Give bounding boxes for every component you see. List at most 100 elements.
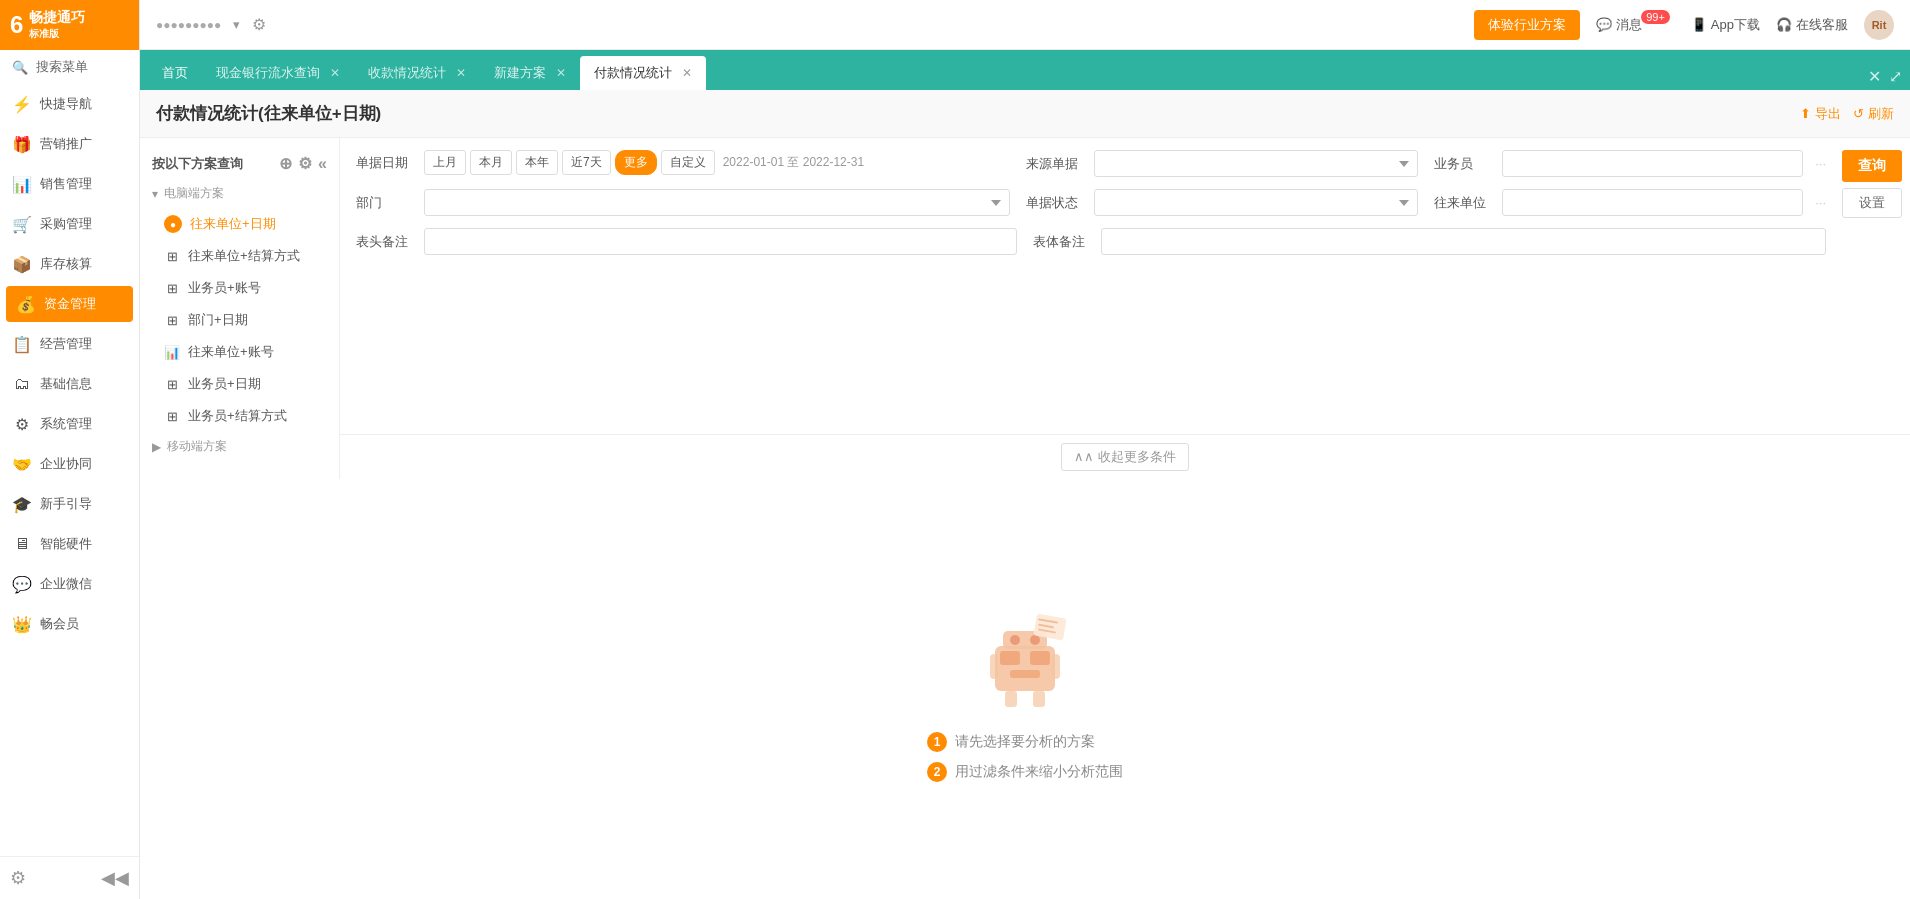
scheme-item-partner-settlement[interactable]: ⊞ 往来单位+结算方式 <box>140 240 339 272</box>
salesman-dots[interactable]: ··· <box>1815 156 1826 171</box>
query-btn[interactable]: 查询 <box>1842 150 1902 182</box>
online-service-btn[interactable]: 🎧 在线客服 <box>1776 16 1848 34</box>
filter-settings-btn[interactable]: 设置 <box>1842 188 1902 218</box>
sidebar-item-label: 智能硬件 <box>40 535 92 553</box>
table-icon: ⊞ <box>164 248 180 264</box>
scheme-item-label: 业务员+账号 <box>188 279 261 297</box>
date-btn-this-year[interactable]: 本年 <box>516 150 558 175</box>
svg-point-9 <box>1010 635 1020 645</box>
tab-new-scheme-label: 新建方案 <box>494 64 546 82</box>
page-actions: ⬆ 导出 ↺ 刷新 <box>1800 105 1894 123</box>
tab-expand-icon[interactable]: ⤢ <box>1889 67 1902 86</box>
scheme-collapse-icon[interactable]: « <box>318 155 327 173</box>
sidebar-collapse-icon[interactable]: ◀◀ <box>101 867 129 889</box>
sidebar-item-basic-info[interactable]: 🗂 基础信息 <box>0 364 139 404</box>
service-icon: 🎧 <box>1776 17 1792 32</box>
collapse-conditions-btn[interactable]: ∧∧ 收起更多条件 <box>1061 443 1189 471</box>
export-btn[interactable]: ⬆ 导出 <box>1800 105 1841 123</box>
messages-btn[interactable]: 💬 消息 99+ <box>1596 16 1675 34</box>
svg-rect-7 <box>1033 691 1045 707</box>
sidebar-item-system[interactable]: ⚙ 系统管理 <box>0 404 139 444</box>
date-btn-more[interactable]: 更多 <box>615 150 657 175</box>
scheme-item-label: 业务员+日期 <box>188 375 261 393</box>
quick-nav-icon: ⚡ <box>12 94 32 114</box>
partner-label: 往来单位 <box>1434 194 1494 212</box>
tab-payment-stat[interactable]: 付款情况统计 ✕ <box>580 56 706 90</box>
tab-new-scheme-close[interactable]: ✕ <box>556 66 566 80</box>
msg-num-2: 2 <box>927 762 947 782</box>
scheme-item-salesman-date[interactable]: ⊞ 业务员+日期 <box>140 368 339 400</box>
sidebar-item-guide[interactable]: 🎓 新手引导 <box>0 484 139 524</box>
scheme-sidebar-header: 按以下方案查询 ⊕ ⚙ « <box>140 148 339 179</box>
settings-icon[interactable]: ⚙ <box>252 15 266 34</box>
date-btn-7days[interactable]: 近7天 <box>562 150 611 175</box>
dept-select[interactable] <box>424 189 1010 216</box>
sidebar-settings-icon[interactable]: ⚙ <box>10 867 26 889</box>
tab-receipt-stat-close[interactable]: ✕ <box>456 66 466 80</box>
tab-close-all-icon[interactable]: ✕ <box>1868 67 1881 86</box>
header-right: 💬 消息 99+ 📱 App下载 🎧 在线客服 Rit <box>1596 10 1894 40</box>
sidebar-item-purchase[interactable]: 🛒 采购管理 <box>0 204 139 244</box>
app-download-btn[interactable]: 📱 App下载 <box>1691 16 1760 34</box>
scheme-item-salesman-settlement[interactable]: ⊞ 业务员+结算方式 <box>140 400 339 432</box>
avatar[interactable]: Rit <box>1864 10 1894 40</box>
collapse-bar: ∧∧ 收起更多条件 <box>340 434 1910 479</box>
scheme-item-partner-account[interactable]: 📊 往来单位+账号 <box>140 336 339 368</box>
empty-msg-2: 2 用过滤条件来缩小分析范围 <box>927 762 1123 782</box>
sidebar-item-hardware[interactable]: 🖥 智能硬件 <box>0 524 139 564</box>
sidebar-item-marketing[interactable]: 🎁 营销推广 <box>0 124 139 164</box>
company-name: ●●●●●●●●● <box>156 18 221 32</box>
refresh-btn[interactable]: ↺ 刷新 <box>1853 105 1894 123</box>
sidebar-item-funds[interactable]: 💰 资金管理 <box>6 286 133 322</box>
scheme-item-salesman-account[interactable]: ⊞ 业务员+账号 <box>140 272 339 304</box>
sidebar-item-quick-nav[interactable]: ⚡ 快捷导航 <box>0 84 139 124</box>
salesman-input[interactable] <box>1502 150 1803 177</box>
doc-status-field: 单据状态 <box>1026 189 1418 216</box>
tab-new-scheme[interactable]: 新建方案 ✕ <box>480 56 580 90</box>
sidebar-item-inventory[interactable]: 📦 库存核算 <box>0 244 139 284</box>
tab-bank-flow[interactable]: 现金银行流水查询 ✕ <box>202 56 354 90</box>
sidebar-item-operations[interactable]: 📋 经营管理 <box>0 324 139 364</box>
date-btn-this-month[interactable]: 本月 <box>470 150 512 175</box>
trial-btn[interactable]: 体验行业方案 <box>1474 10 1580 40</box>
header-left: ●●●●●●●●● ▾ ⚙ <box>156 15 266 34</box>
partner-input[interactable] <box>1502 189 1803 216</box>
sidebar-item-label: 资金管理 <box>44 295 96 313</box>
tab-payment-stat-close[interactable]: ✕ <box>682 66 692 80</box>
refresh-icon: ↺ <box>1853 106 1864 121</box>
scheme-settings-icon[interactable]: ⚙ <box>298 154 312 173</box>
sidebar-item-sales[interactable]: 📊 销售管理 <box>0 164 139 204</box>
sidebar-item-wechat[interactable]: 💬 企业微信 <box>0 564 139 604</box>
tab-bank-flow-close[interactable]: ✕ <box>330 66 340 80</box>
dropdown-arrow-icon[interactable]: ▾ <box>233 17 240 32</box>
messages-label: 消息 <box>1616 16 1642 34</box>
pc-scheme-section[interactable]: ▾ 电脑端方案 <box>140 179 339 208</box>
sidebar-bottom: ⚙ ◀◀ <box>0 856 139 899</box>
mobile-section-label: 移动端方案 <box>167 438 227 455</box>
header-note-input[interactable] <box>424 228 1017 255</box>
body-note-input[interactable] <box>1101 228 1826 255</box>
scheme-item-partner-date[interactable]: ● 往来单位+日期 <box>140 208 339 240</box>
tab-home-label: 首页 <box>162 64 188 82</box>
tab-home[interactable]: 首页 <box>148 56 202 90</box>
partner-dots[interactable]: ··· <box>1815 195 1826 210</box>
scheme-item-label: 往来单位+结算方式 <box>188 247 300 265</box>
date-btn-custom[interactable]: 自定义 <box>661 150 715 175</box>
empty-msg-1: 1 请先选择要分析的方案 <box>927 732 1123 752</box>
active-scheme-icon: ● <box>164 215 182 233</box>
hardware-icon: 🖥 <box>12 534 32 554</box>
scheme-item-label: 往来单位+账号 <box>188 343 274 361</box>
source-doc-select[interactable] <box>1094 150 1418 177</box>
svg-point-10 <box>1030 635 1040 645</box>
doc-status-select[interactable] <box>1094 189 1418 216</box>
search-menu-item[interactable]: 🔍 搜索菜单 <box>0 50 139 84</box>
sidebar-item-member[interactable]: 👑 畅会员 <box>0 604 139 644</box>
sidebar-item-label: 销售管理 <box>40 175 92 193</box>
mobile-scheme-section[interactable]: ▶ 移动端方案 <box>140 432 339 461</box>
svg-rect-5 <box>1052 654 1060 679</box>
date-btn-last-month[interactable]: 上月 <box>424 150 466 175</box>
sidebar-item-cooperation[interactable]: 🤝 企业协同 <box>0 444 139 484</box>
add-scheme-icon[interactable]: ⊕ <box>279 154 292 173</box>
scheme-item-dept-date[interactable]: ⊞ 部门+日期 <box>140 304 339 336</box>
tab-receipt-stat[interactable]: 收款情况统计 ✕ <box>354 56 480 90</box>
